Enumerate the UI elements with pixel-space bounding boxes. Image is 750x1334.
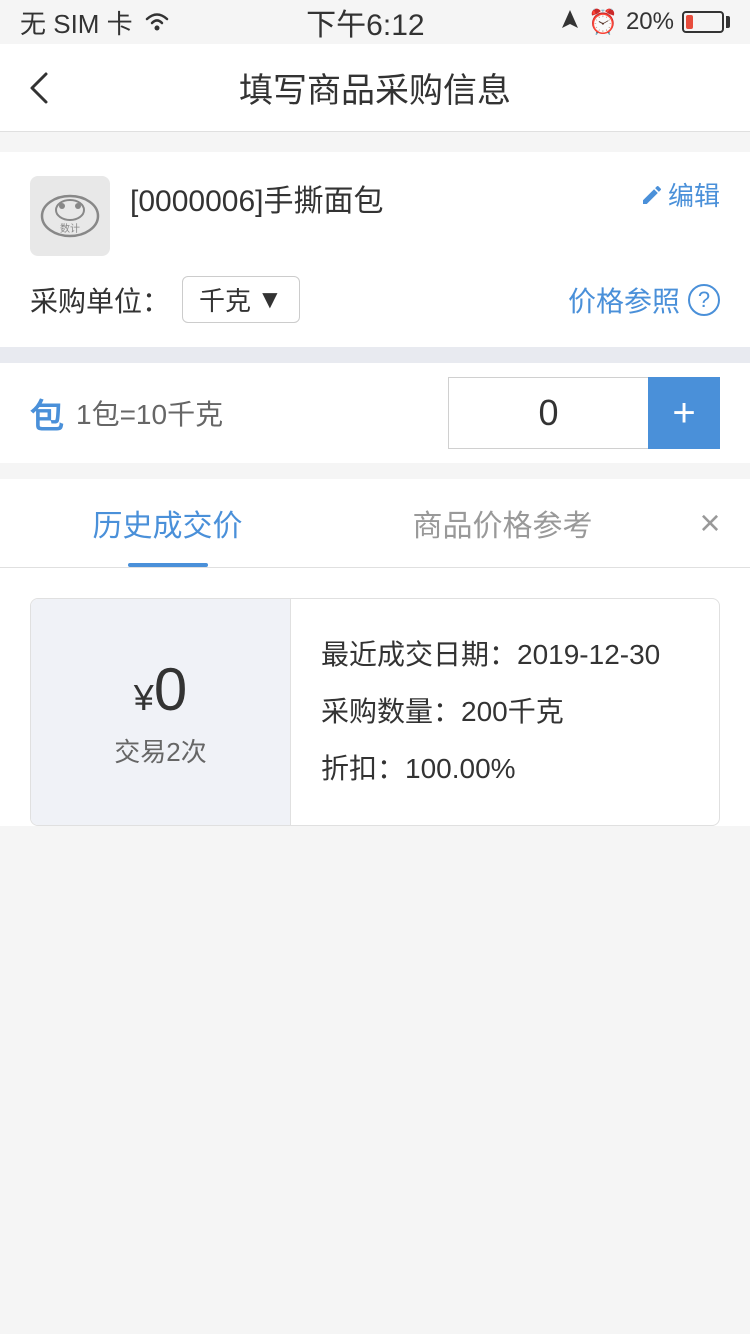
history-details: 最近成交日期：2019-12-30 采购数量：200千克 折扣：100.00% [291,599,719,825]
date-label: 最近成交日期： [321,639,517,670]
history-date-row: 最近成交日期：2019-12-30 [321,635,689,674]
status-right: ⏰ 20% [560,8,730,37]
unit-left: 采购单位： 千克 ▼ [30,276,300,323]
page-title: 填写商品采购信息 [239,63,511,112]
history-price-summary: ¥0 交易2次 [31,599,291,825]
unit-value: 千克 [199,281,251,318]
history-price: ¥0 [134,655,187,724]
currency-symbol: ¥ [134,677,154,718]
tab-history-price-label: 历史成交价 [93,501,243,545]
history-card: ¥0 交易2次 最近成交日期：2019-12-30 采购数量：200千克 折扣：… [30,598,720,826]
product-top-row: 数计 [0000006]手撕面包 编辑 [30,176,720,256]
tabs-panel: 历史成交价 商品价格参考 × ¥0 交易2次 最近成交日期：2019-12-30… [0,479,750,826]
date-value: 2019-12-30 [517,639,660,670]
tab-price-reference[interactable]: 商品价格参考 [335,479,670,567]
status-left: 无 SIM 卡 [20,4,171,41]
history-quantity-row: 采购数量：200千克 [321,692,689,731]
product-logo: 数计 [30,176,110,256]
tab-close-button[interactable]: × [670,479,750,567]
battery-icon [682,11,730,33]
svg-text:数计: 数计 [60,222,80,235]
battery-percent: 20% [626,8,674,36]
quantity-label: 包 1包=10千克 [30,389,223,438]
quantity-plus-button[interactable]: + [648,377,720,449]
product-name: [0000006]手撕面包 [130,185,383,218]
alarm-icon: ⏰ [588,8,618,37]
price-ref-help-icon: ? [688,284,720,316]
carrier-text: 无 SIM 卡 [20,4,133,41]
status-time: 下午6:12 [306,0,424,44]
product-card: 数计 [0000006]手撕面包 编辑 采购单位： 千克 ▼ 价格参照 ? [0,152,750,347]
discount-value: 100.00% [405,753,516,784]
quantity-unit-main: 包 [30,389,64,438]
quantity-label-text: 采购数量： [321,696,461,727]
edit-label: 编辑 [668,176,720,213]
price-ref-label: 价格参照 [568,280,680,320]
product-unit-row: 采购单位： 千克 ▼ 价格参照 ? [30,276,720,323]
price-reference-button[interactable]: 价格参照 ? [568,280,720,320]
tab-active-indicator [128,563,208,567]
tab-history-price[interactable]: 历史成交价 [0,479,335,567]
history-discount-row: 折扣：100.00% [321,749,689,788]
plus-icon: + [672,391,695,436]
page-header: 填写商品采购信息 [0,44,750,132]
quantity-unit-conversion: 1包=10千克 [76,393,223,433]
quantity-input[interactable] [448,377,648,449]
tabs-header: 历史成交价 商品价格参考 × [0,479,750,568]
price-value: 0 [154,656,187,723]
dropdown-arrow-icon: ▼ [257,284,283,315]
wifi-icon [143,7,171,38]
bottom-area [0,856,750,1256]
quantity-input-group: + [448,377,720,449]
product-info: [0000006]手撕面包 [130,176,640,220]
close-icon: × [699,502,720,544]
quantity-row: 包 1包=10千克 + [0,363,750,463]
discount-label: 折扣： [321,753,405,784]
tab-price-reference-label: 商品价格参考 [413,501,593,545]
edit-button[interactable]: 编辑 [640,176,720,213]
status-bar: 无 SIM 卡 下午6:12 ⏰ 20% [0,0,750,44]
product-left: 数计 [0000006]手撕面包 [30,176,640,256]
back-button[interactable] [24,66,52,110]
trade-count: 交易2次 [114,732,206,769]
unit-label: 采购单位： [30,280,170,320]
section-divider [0,347,750,363]
location-icon [560,8,580,37]
unit-dropdown[interactable]: 千克 ▼ [182,276,300,323]
quantity-value: 200千克 [461,696,564,727]
